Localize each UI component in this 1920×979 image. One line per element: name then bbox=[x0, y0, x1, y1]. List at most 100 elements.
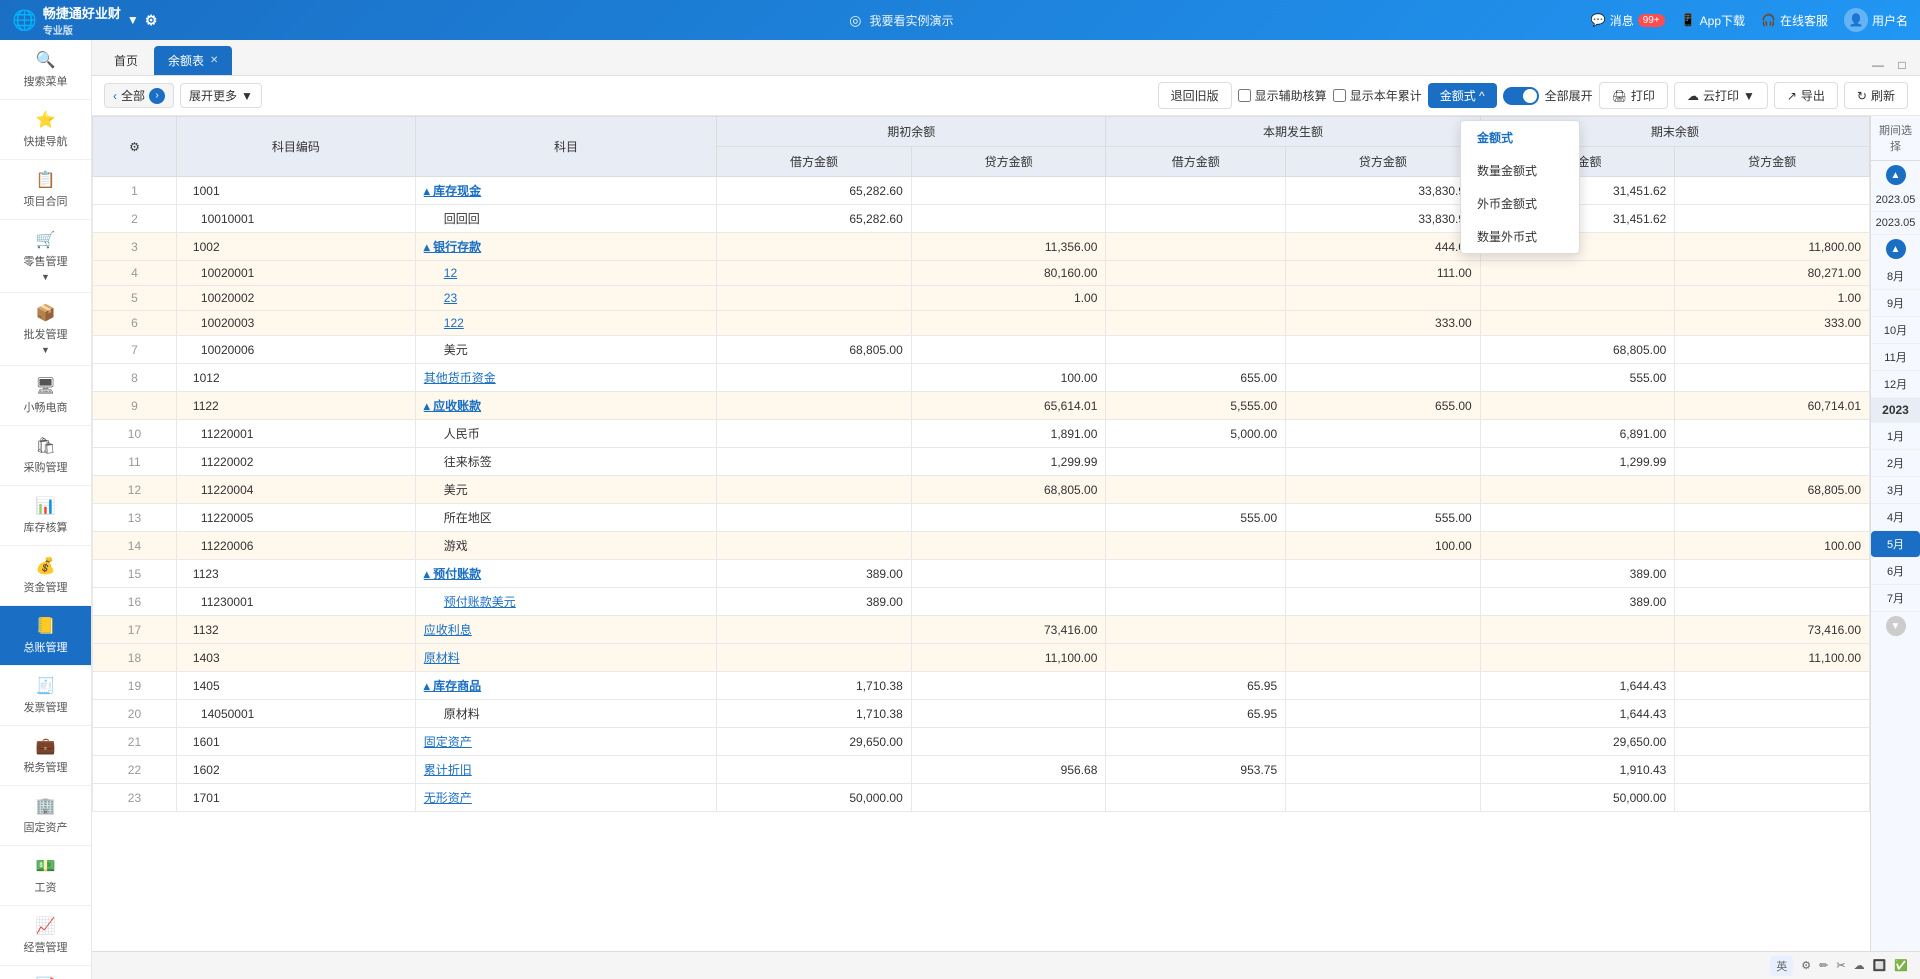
app-download-btn[interactable]: 📱 App下载 bbox=[1681, 12, 1745, 29]
show-auxiliary-input[interactable] bbox=[1238, 89, 1251, 102]
balance-table-container: ⚙ 科目编码 科目 期初余额 本期发生额 期末余额 借方金额 贷方金额 借方金额… bbox=[92, 116, 1870, 951]
sidebar-item-capital[interactable]: 💰 资金管理 bbox=[0, 546, 91, 606]
date-item-aug[interactable]: 8月 bbox=[1871, 263, 1920, 290]
sidebar-item-purchase[interactable]: 🛍 采购管理 bbox=[0, 426, 91, 486]
table-row: 15 1123 ▴ 预付账款 389.00 389.00 bbox=[93, 560, 1870, 588]
show-auxiliary-checkbox[interactable]: 显示辅助核算 bbox=[1238, 87, 1327, 104]
row-subject[interactable]: 122 bbox=[415, 311, 716, 336]
online-service-btn[interactable]: 🎧 在线客服 bbox=[1761, 12, 1828, 29]
row-subject[interactable]: ▴ 库存商品 bbox=[415, 672, 716, 700]
row-num: 22 bbox=[93, 756, 177, 784]
refresh-btn[interactable]: ↻ 刷新 bbox=[1844, 82, 1908, 109]
row-current-debit bbox=[1106, 560, 1286, 588]
sidebar-item-invoice[interactable]: 🧾 发票管理 bbox=[0, 666, 91, 726]
date-nav-up2-btn[interactable]: ▲ bbox=[1886, 239, 1906, 259]
format-option-qty-amount[interactable]: 数量金额式 bbox=[1461, 154, 1579, 187]
date-item-jul[interactable]: 7月 bbox=[1871, 585, 1920, 612]
row-subject[interactable]: 其他货币资金 bbox=[415, 364, 716, 392]
row-opening-credit: 1,299.99 bbox=[911, 448, 1106, 476]
sidebar-item-reports[interactable]: 📝 小畅报销 bbox=[0, 966, 91, 979]
format-option-foreign-amount[interactable]: 外币金额式 bbox=[1461, 187, 1579, 220]
sidebar-item-ledger[interactable]: 📒 总账管理 bbox=[0, 606, 91, 666]
sidebar-item-inventory[interactable]: 📊 库存核算 bbox=[0, 486, 91, 546]
scissors-icon[interactable]: ✂ bbox=[1836, 959, 1845, 972]
date-item-sep[interactable]: 9月 bbox=[1871, 290, 1920, 317]
date-item-feb[interactable]: 2月 bbox=[1871, 450, 1920, 477]
row-subject[interactable]: ▴ 预付账款 bbox=[415, 560, 716, 588]
grid-icon[interactable]: 🔲 bbox=[1873, 959, 1887, 972]
row-subject[interactable]: 12 bbox=[415, 261, 716, 286]
expand-btn[interactable]: 展开更多 ▼ bbox=[180, 83, 262, 108]
row-subject[interactable]: 累计折旧 bbox=[415, 756, 716, 784]
date-item-2023-05b[interactable]: 2023.05 bbox=[1871, 212, 1920, 235]
date-nav-up-btn[interactable]: ▲ bbox=[1886, 165, 1906, 185]
sidebar-item-search[interactable]: 🔍 搜索菜单 bbox=[0, 40, 91, 100]
date-item-may[interactable]: 5月 bbox=[1871, 531, 1920, 558]
date-item-jan[interactable]: 1月 bbox=[1871, 423, 1920, 450]
date-nav-down-btn[interactable]: ▼ bbox=[1886, 616, 1906, 636]
sidebar-item-operations[interactable]: 📈 经营管理 bbox=[0, 906, 91, 966]
cloud-print-btn[interactable]: ☁ 云打印 ▼ bbox=[1674, 82, 1768, 109]
tab-balance[interactable]: 余额表 ✕ bbox=[154, 46, 232, 75]
show-ytd-input[interactable] bbox=[1333, 89, 1346, 102]
row-subject[interactable]: 无形资产 bbox=[415, 784, 716, 812]
date-item-mar[interactable]: 3月 bbox=[1871, 477, 1920, 504]
date-item-jun[interactable]: 6月 bbox=[1871, 558, 1920, 585]
date-item-2023-05a[interactable]: 2023.05 bbox=[1871, 189, 1920, 212]
sidebar-item-retail[interactable]: 🛒 零售管理 ▼ bbox=[0, 220, 91, 293]
row-subject[interactable]: 23 bbox=[415, 286, 716, 311]
show-ytd-checkbox[interactable]: 显示本年累计 bbox=[1333, 87, 1422, 104]
row-subject[interactable]: 固定资产 bbox=[415, 728, 716, 756]
sidebar-item-quicknav[interactable]: ⭐ 快捷导航 bbox=[0, 100, 91, 160]
sidebar-item-wholesale[interactable]: 📦 批发管理 ▼ bbox=[0, 293, 91, 366]
col-settings-icon[interactable]: ⚙ bbox=[129, 140, 140, 154]
date-nav-up2[interactable]: ▲ bbox=[1871, 235, 1920, 263]
tab-close-icon[interactable]: ✕ bbox=[210, 55, 218, 66]
sidebar-item-ecommerce[interactable]: 🖥 小畅电商 bbox=[0, 366, 91, 426]
row-subject[interactable]: 原材料 bbox=[415, 644, 716, 672]
user-avatar[interactable]: 👤 用户名 bbox=[1844, 8, 1908, 32]
tab-minimize-btn[interactable]: — bbox=[1868, 55, 1888, 75]
tab-maximize-btn[interactable]: □ bbox=[1892, 55, 1912, 75]
sidebar-item-assets[interactable]: 🏢 固定资产 bbox=[0, 786, 91, 846]
row-subject: 所在地区 bbox=[415, 504, 716, 532]
settings-bottom-icon[interactable]: ⚙ bbox=[1801, 959, 1811, 972]
row-opening-credit: 956.68 bbox=[911, 756, 1106, 784]
expand-all-toggle[interactable] bbox=[1503, 87, 1539, 105]
format-btn[interactable]: 金额式 ^ bbox=[1428, 83, 1497, 108]
row-subject[interactable]: 应收利息 bbox=[415, 616, 716, 644]
tab-home[interactable]: 首页 bbox=[100, 46, 152, 75]
return-old-btn[interactable]: 退回旧版 bbox=[1158, 82, 1232, 109]
edit-icon[interactable]: ✏ bbox=[1819, 959, 1828, 972]
sidebar-item-tax[interactable]: 💼 税务管理 bbox=[0, 726, 91, 786]
tax-icon: 💼 bbox=[36, 736, 56, 756]
date-item-apr[interactable]: 4月 bbox=[1871, 504, 1920, 531]
date-item-nov[interactable]: 11月 bbox=[1871, 344, 1920, 371]
sidebar-item-project[interactable]: 📋 项目合同 bbox=[0, 160, 91, 220]
breadcrumb[interactable]: ‹ 全部 › bbox=[104, 83, 174, 108]
date-item-oct[interactable]: 10月 bbox=[1871, 317, 1920, 344]
messages-btn[interactable]: 💬 消息 99+ bbox=[1591, 12, 1665, 29]
row-subject[interactable]: ▴ 银行存款 bbox=[415, 233, 716, 261]
dropdown-icon[interactable]: ▼ bbox=[127, 13, 139, 27]
format-option-qty-foreign[interactable]: 数量外币式 bbox=[1461, 220, 1579, 253]
print-btn[interactable]: 🖨 打印 bbox=[1599, 82, 1668, 109]
date-item-dec[interactable]: 12月 bbox=[1871, 371, 1920, 398]
demo-text[interactable]: 我要看实例演示 bbox=[869, 12, 953, 29]
date-nav-up[interactable]: ▲ bbox=[1871, 161, 1920, 189]
row-subject[interactable]: 预付账款美元 bbox=[415, 588, 716, 616]
table-row: 20 14050001 原材料 1,710.38 65.95 1,644.43 bbox=[93, 700, 1870, 728]
sidebar-label-ecommerce: 小畅电商 bbox=[24, 399, 68, 415]
check-icon[interactable]: ✅ bbox=[1894, 959, 1908, 972]
row-subject[interactable]: ▴ 应收账款 bbox=[415, 392, 716, 420]
format-option-amount[interactable]: 金额式 bbox=[1461, 121, 1579, 154]
date-nav-down[interactable]: ▼ bbox=[1871, 612, 1920, 640]
col-current-debit: 借方金额 bbox=[1106, 147, 1286, 177]
col-settings[interactable]: ⚙ bbox=[93, 117, 177, 177]
export-btn[interactable]: ↗ 导出 bbox=[1774, 82, 1838, 109]
lang-btn[interactable]: 英 bbox=[1770, 956, 1793, 976]
cloud-bottom-icon[interactable]: ☁ bbox=[1854, 959, 1865, 972]
row-subject[interactable]: ▴ 库存现金 bbox=[415, 177, 716, 205]
sidebar-item-salary[interactable]: 💵 工资 bbox=[0, 846, 91, 906]
settings-icon[interactable]: ⚙ bbox=[145, 12, 158, 29]
